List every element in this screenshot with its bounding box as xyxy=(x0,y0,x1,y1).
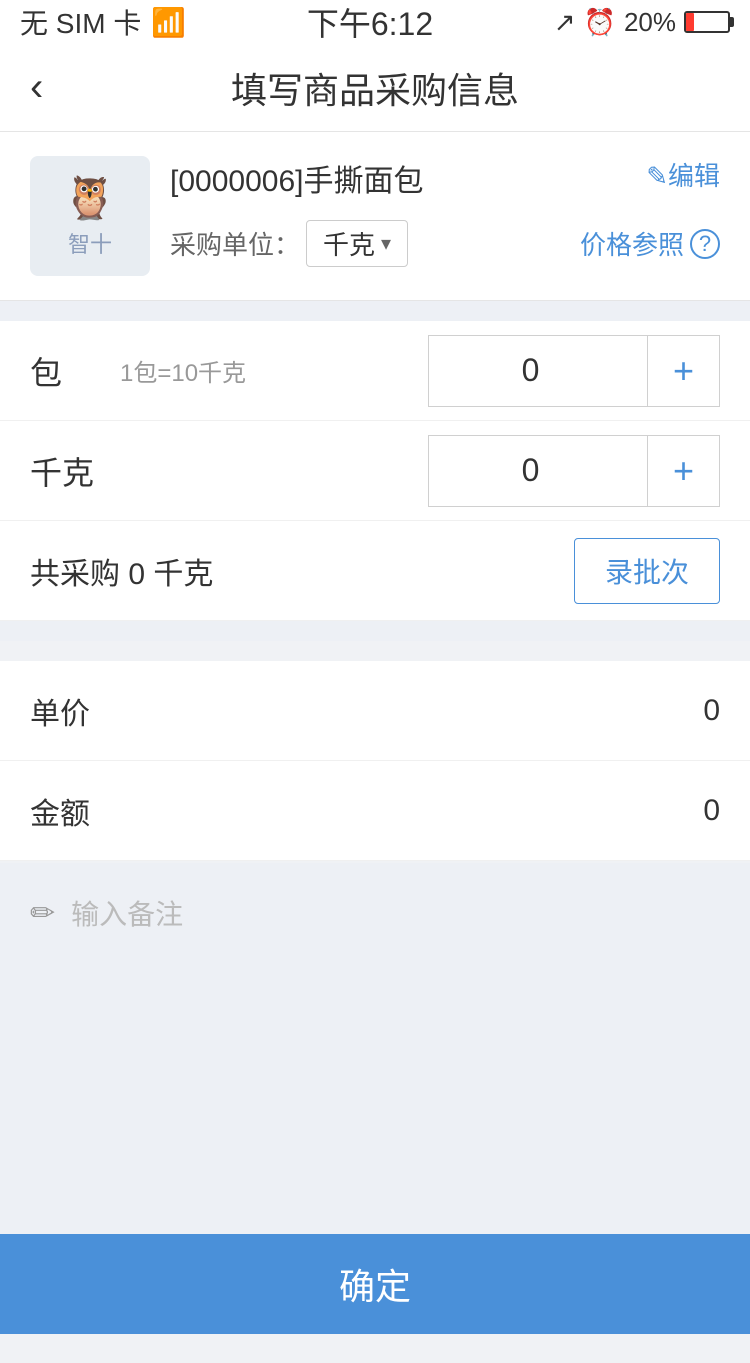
no-sim-text: 无 SIM 卡 xyxy=(20,2,141,42)
nav-bar: ‹ 填写商品采购信息 xyxy=(0,44,750,132)
help-icon: ? xyxy=(690,229,720,259)
owl-icon: 🦉 xyxy=(64,174,116,223)
battery-icon xyxy=(684,11,730,33)
bao-number-box: + xyxy=(428,335,720,407)
status-right: ↗ ⏰ 20% xyxy=(554,7,730,38)
unit-price-label: 单价 xyxy=(30,689,703,733)
product-unit-row: 采购单位： 千克 ▾ 价格参照 ? xyxy=(170,220,720,267)
product-info-top: [0000006]手撕面包 ✎编辑 xyxy=(170,156,720,200)
remark-section[interactable]: ✏ 输入备注 xyxy=(0,863,750,963)
kg-input[interactable] xyxy=(428,435,648,507)
status-bar: 无 SIM 卡 📶 下午6:12 ↗ ⏰ 20% xyxy=(0,0,750,44)
product-image-label: 智十 xyxy=(68,227,112,259)
summary-row: 共采购 0 千克 录批次 xyxy=(0,521,750,621)
dropdown-arrow-icon: ▾ xyxy=(381,231,391,256)
kg-label: 千克 xyxy=(30,448,110,494)
bao-plus-button[interactable]: + xyxy=(648,335,720,407)
summary-text: 共采购 0 千克 xyxy=(30,549,574,593)
battery-percent: 20% xyxy=(624,7,676,38)
edit-link[interactable]: ✎编辑 xyxy=(646,156,720,193)
product-name: [0000006]手撕面包 xyxy=(170,156,423,200)
unit-price-value: 0 xyxy=(703,694,720,728)
unit-value: 千克 xyxy=(323,225,375,262)
price-reference-btn[interactable]: 价格参照 ? xyxy=(580,225,720,262)
alarm-icon: ⏰ xyxy=(584,7,616,38)
unit-price-row: 单价 0 xyxy=(0,661,750,761)
unit-dropdown[interactable]: 千克 ▾ xyxy=(306,220,408,267)
battery-fill xyxy=(686,13,694,31)
separator-1 xyxy=(0,301,750,321)
separator-2 xyxy=(0,621,750,641)
wifi-icon: 📶 xyxy=(151,6,186,39)
amount-label: 金额 xyxy=(30,789,703,833)
bao-input[interactable] xyxy=(428,335,648,407)
back-button[interactable]: ‹ xyxy=(30,65,43,110)
kg-number-box: + xyxy=(428,435,720,507)
amount-value: 0 xyxy=(703,794,720,828)
page-title: 填写商品采购信息 xyxy=(231,62,519,114)
product-info: [0000006]手撕面包 ✎编辑 采购单位： 千克 ▾ 价格参照 ? xyxy=(170,156,720,267)
status-left: 无 SIM 卡 📶 xyxy=(20,2,186,42)
price-ref-label: 价格参照 xyxy=(580,225,684,262)
bao-input-row: 包 1包=10千克 + xyxy=(0,321,750,421)
confirm-button[interactable]: 确定 xyxy=(0,1234,750,1334)
record-batch-button[interactable]: 录批次 xyxy=(574,538,720,604)
bao-sublabel: 1包=10千克 xyxy=(120,353,428,388)
pencil-icon: ✏ xyxy=(30,896,55,931)
detail-section: 单价 0 金额 0 xyxy=(0,661,750,861)
product-image: 🦉 智十 xyxy=(30,156,150,276)
amount-row: 金额 0 xyxy=(0,761,750,861)
remark-placeholder: 输入备注 xyxy=(71,893,183,933)
location-icon: ↗ xyxy=(554,7,576,38)
status-time: 下午6:12 xyxy=(307,0,433,45)
input-section: 包 1包=10千克 + 千克 + xyxy=(0,321,750,521)
kg-input-row: 千克 + xyxy=(0,421,750,521)
product-card: 🦉 智十 [0000006]手撕面包 ✎编辑 采购单位： 千克 ▾ 价格参照 ? xyxy=(0,132,750,301)
unit-prefix: 采购单位： xyxy=(170,225,300,262)
unit-selector[interactable]: 采购单位： 千克 ▾ xyxy=(170,220,408,267)
kg-plus-button[interactable]: + xyxy=(648,435,720,507)
bao-label: 包 xyxy=(30,348,110,394)
content-filler xyxy=(0,963,750,1263)
